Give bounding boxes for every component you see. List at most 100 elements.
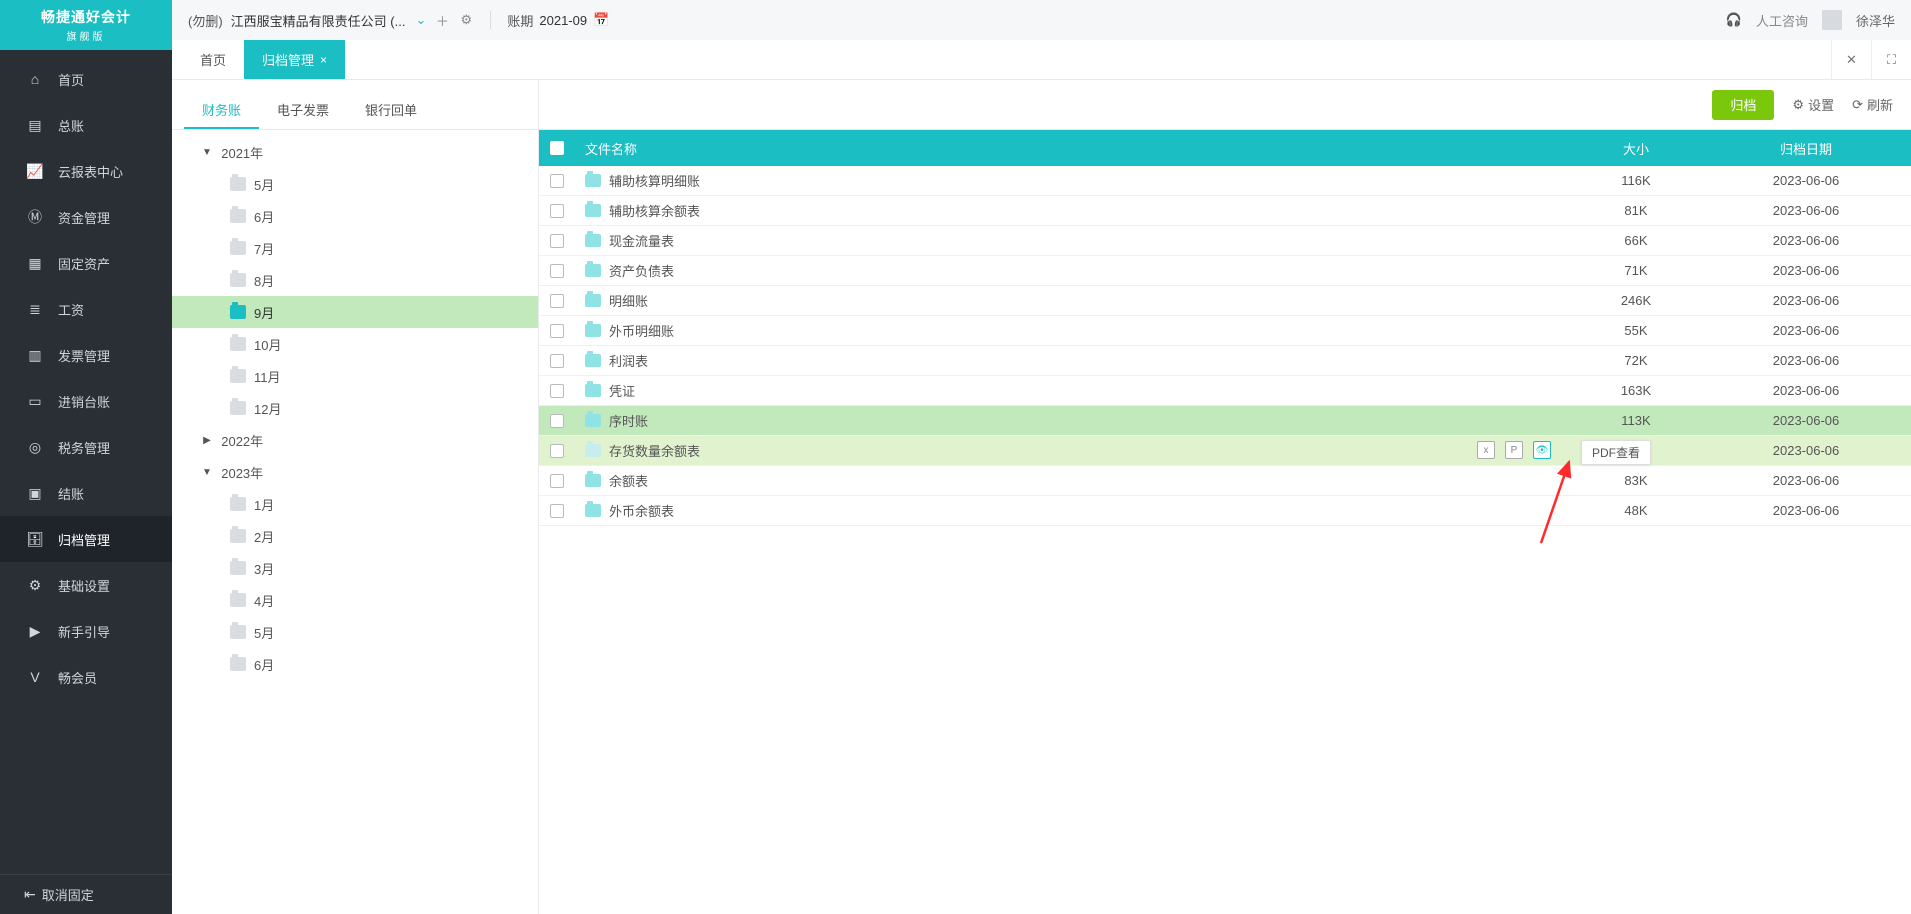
settings-icon[interactable]: ⚙	[458, 12, 474, 28]
nav-item-ledger[interactable]: ▭进销台账	[0, 378, 172, 424]
row-checkbox[interactable]	[550, 294, 564, 308]
tree-month[interactable]: 10月	[172, 328, 538, 360]
table-row[interactable]: 资产负债表71K2023-06-06	[539, 256, 1911, 286]
table-row[interactable]: 余额表83K2023-06-06	[539, 466, 1911, 496]
table-row[interactable]: 辅助核算余额表81K2023-06-06	[539, 196, 1911, 226]
row-checkbox[interactable]	[550, 384, 564, 398]
subtab-bank[interactable]: 银行回单	[347, 90, 435, 129]
refresh-link[interactable]: ⟳刷新	[1852, 95, 1893, 114]
folder-icon	[585, 414, 601, 427]
tree-month[interactable]: 6月	[172, 648, 538, 680]
table-row[interactable]: 外币余额表48K2023-06-06	[539, 496, 1911, 526]
tab-close-all[interactable]: ✕	[1831, 40, 1871, 79]
table-row[interactable]: 凭证163K2023-06-06	[539, 376, 1911, 406]
add-icon[interactable]: ＋	[434, 12, 450, 28]
tab-home[interactable]: 首页	[182, 40, 244, 79]
table-row[interactable]: 序时账113K2023-06-06	[539, 406, 1911, 436]
asset-icon: ▦	[26, 254, 44, 272]
pdf-icon[interactable]: P	[1505, 441, 1523, 459]
row-checkbox[interactable]	[550, 414, 564, 428]
consult-link[interactable]: 人工咨询	[1756, 11, 1808, 30]
folder-icon	[230, 497, 246, 511]
tree-month[interactable]: 5月	[172, 616, 538, 648]
username[interactable]: 徐泽华	[1856, 11, 1895, 30]
tree-month[interactable]: 6月	[172, 200, 538, 232]
subtab-einvoice[interactable]: 电子发票	[259, 90, 347, 129]
nav-item-gear[interactable]: ⚙基础设置	[0, 562, 172, 608]
tree-month[interactable]: 11月	[172, 360, 538, 392]
col-name[interactable]: 文件名称	[585, 139, 1571, 158]
folder-icon	[230, 177, 246, 191]
table-row[interactable]: 外币明细账55K2023-06-06	[539, 316, 1911, 346]
settings-link[interactable]: ⚙设置	[1792, 95, 1834, 114]
tree-year[interactable]: ▶ 2022年	[172, 424, 538, 456]
nav-item-close[interactable]: ▣结账	[0, 470, 172, 516]
folder-icon	[230, 625, 246, 639]
row-checkbox[interactable]	[550, 354, 564, 368]
row-checkbox[interactable]	[550, 204, 564, 218]
headset-icon[interactable]: 🎧	[1726, 12, 1742, 28]
tree-month[interactable]: 8月	[172, 264, 538, 296]
tree-month[interactable]: 2月	[172, 520, 538, 552]
table-row[interactable]: 存货数量余额表2K2023-06-06xP👁PDF查看	[539, 436, 1911, 466]
tree-month[interactable]: 12月	[172, 392, 538, 424]
nav-item-archive[interactable]: 🗄归档管理	[0, 516, 172, 562]
file-name: 凭证	[609, 381, 635, 400]
nav-item-book[interactable]: ▤总账	[0, 102, 172, 148]
excel-icon[interactable]: x	[1477, 441, 1495, 459]
tree-month[interactable]: 7月	[172, 232, 538, 264]
tree-month[interactable]: 5月	[172, 168, 538, 200]
close-icon[interactable]: ×	[320, 53, 327, 67]
tree-year[interactable]: ▼ 2021年	[172, 136, 538, 168]
col-date[interactable]: 归档日期	[1711, 139, 1911, 158]
table-row[interactable]: 现金流量表66K2023-06-06	[539, 226, 1911, 256]
view-pdf-icon[interactable]: 👁	[1533, 441, 1551, 459]
row-checkbox[interactable]	[550, 474, 564, 488]
col-size[interactable]: 大小	[1571, 139, 1711, 158]
row-checkbox[interactable]	[550, 324, 564, 338]
period-value[interactable]: 2021-09	[539, 13, 587, 28]
nav-item-chart[interactable]: 📈云报表中心	[0, 148, 172, 194]
file-name: 辅助核算明细账	[609, 171, 700, 190]
nav-item-money[interactable]: Ⓜ资金管理	[0, 194, 172, 240]
row-checkbox[interactable]	[550, 264, 564, 278]
main: (勿删) 江西服宝精品有限责任公司 (... ⌄ ＋ ⚙ 账期 2021-09 …	[172, 0, 1911, 914]
nav-item-asset[interactable]: ▦固定资产	[0, 240, 172, 286]
nav-label: 总账	[58, 116, 84, 135]
company-selector[interactable]: 江西服宝精品有限责任公司 (...	[231, 11, 406, 30]
tree-month[interactable]: 4月	[172, 584, 538, 616]
checkbox-all[interactable]	[550, 141, 564, 155]
pin-toggle[interactable]: ⇤ 取消固定	[0, 874, 172, 914]
table-row[interactable]: 明细账246K2023-06-06	[539, 286, 1911, 316]
calendar-icon[interactable]: 📅	[593, 12, 609, 28]
tab-archive[interactable]: 归档管理 ×	[244, 40, 345, 79]
row-checkbox[interactable]	[550, 234, 564, 248]
table-row[interactable]: 辅助核算明细账116K2023-06-06	[539, 166, 1911, 196]
nav-item-home[interactable]: ⌂首页	[0, 56, 172, 102]
row-checkbox[interactable]	[550, 174, 564, 188]
nav-item-guide[interactable]: ▶新手引导	[0, 608, 172, 654]
tree-month[interactable]: 9月	[172, 296, 538, 328]
row-checkbox[interactable]	[550, 444, 564, 458]
avatar[interactable]	[1822, 10, 1842, 30]
nav-item-vip[interactable]: V畅会员	[0, 654, 172, 700]
file-date: 2023-06-06	[1711, 473, 1911, 488]
nav-item-salary[interactable]: ≣工资	[0, 286, 172, 332]
file-name: 余额表	[609, 471, 648, 490]
nav-item-tax[interactable]: ◎税务管理	[0, 424, 172, 470]
row-checkbox[interactable]	[550, 504, 564, 518]
fullscreen-icon[interactable]: ⛶	[1871, 40, 1911, 79]
file-date: 2023-06-06	[1711, 353, 1911, 368]
file-size: 116K	[1571, 173, 1711, 188]
tree-month[interactable]: 1月	[172, 488, 538, 520]
file-size: 66K	[1571, 233, 1711, 248]
table-row[interactable]: 利润表72K2023-06-06	[539, 346, 1911, 376]
archive-button[interactable]: 归档	[1712, 90, 1774, 120]
subtab-finance[interactable]: 财务账	[184, 90, 259, 129]
toggle-icon: ▼	[200, 467, 214, 478]
tree-year[interactable]: ▼ 2023年	[172, 456, 538, 488]
chevron-down-icon[interactable]: ⌄	[415, 12, 426, 28]
tree-month[interactable]: 3月	[172, 552, 538, 584]
nav-item-invoice[interactable]: ▥发票管理	[0, 332, 172, 378]
file-name: 存货数量余额表	[609, 441, 700, 460]
